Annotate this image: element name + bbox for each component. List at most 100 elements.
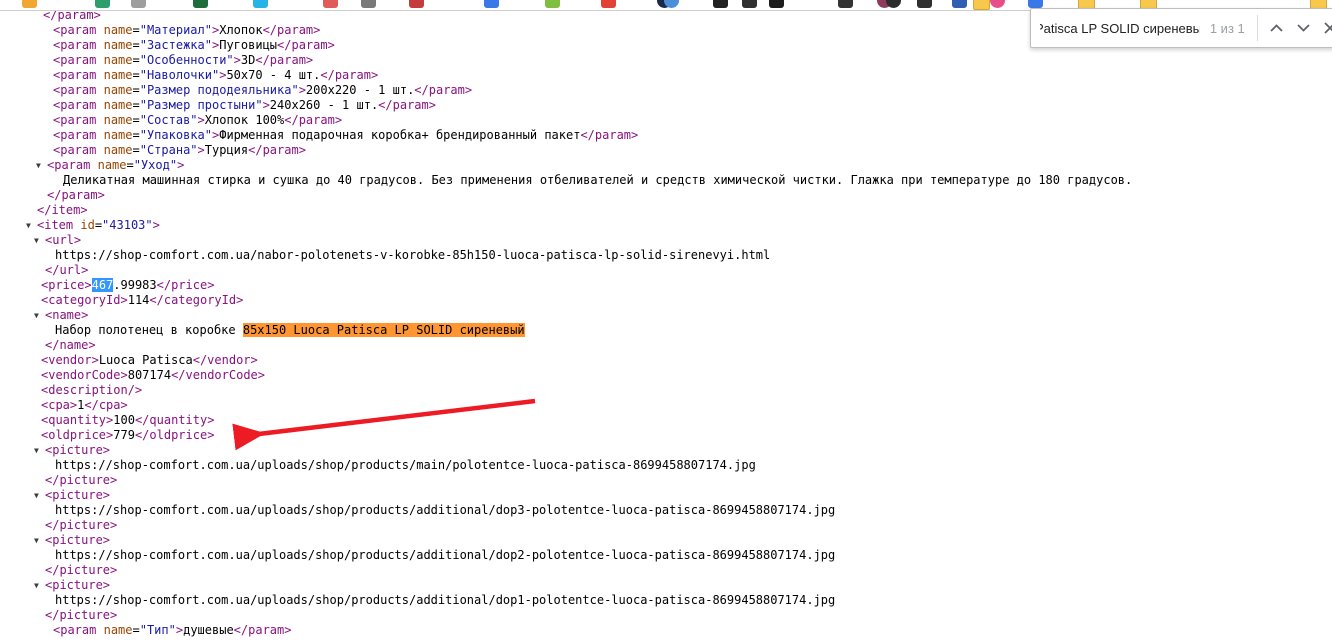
xml-tag: </picture> [45,518,118,532]
xml-text: Турция [204,143,249,157]
xml-line: https://shop-comfort.com.ua/uploads/shop… [0,503,1332,518]
xml-line: </picture> [0,518,1332,533]
collapse-arrow-icon[interactable]: ▼ [34,488,45,503]
xml-text: Набор полотенец в коробке [55,323,243,337]
tab-favicon-icon[interactable] [22,0,37,8]
xml-tag: </param> [255,53,314,67]
find-active-match: 85x150 Luoca Patisca LP SOLID сиреневый [242,323,525,337]
xml-tag: </param> [580,128,639,142]
collapse-arrow-icon[interactable]: ▼ [26,218,37,233]
find-close-button[interactable] [1317,14,1332,42]
xml-tag: <quantity [41,413,107,427]
xml-tag: </param> [248,143,306,157]
xml-line: ▼ <url> [34,233,82,248]
collapse-arrow-icon[interactable]: ▼ [34,308,45,323]
xml-line: </param> [0,188,1332,203]
find-input[interactable]: Patisca LP SOLID сиреневый [1040,21,1200,36]
xml-text: https://shop-comfort.com.ua/uploads/shop… [55,593,836,607]
xml-line: <param name="Упаковка">Фирменная подароч… [53,128,639,142]
xml-line: <param name="Страна">Турция</param> [53,143,306,157]
xml-line: </picture> [0,608,1332,623]
xml-text: 807174 [127,368,172,382]
find-bar-divider [1256,15,1258,41]
xml-line: https://shop-comfort.com.ua/nabor-polote… [0,248,1332,263]
xml-line: https://shop-comfort.com.ua/uploads/shop… [0,593,1332,608]
xml-text: 779 [113,428,135,442]
find-query-text: Patisca LP SOLID сиреневый [1040,20,1200,36]
tab-favicon-icon[interactable] [95,0,110,8]
xml-tag: <price [41,278,85,292]
xml-attribute-value: "Материал" [139,23,212,37]
xml-line: ▼ <picture> [34,578,111,593]
tab-favicon-icon[interactable] [323,0,338,8]
xml-attribute-name: name [103,128,133,142]
tab-favicon-icon[interactable] [253,0,268,8]
xml-tag: <param [53,113,97,127]
xml-line: </picture> [0,473,1332,488]
xml-text: душевые [183,623,234,637]
xml-line: https://shop-comfort.com.ua/uploads/shop… [0,458,1332,473]
xml-tag: <picture [45,578,103,592]
xml-attribute-name: name [97,158,127,172]
xml-line: <param name="Размер пододеяльника">200x2… [53,83,473,97]
xml-attribute-name: name [103,623,133,637]
xml-attribute-name: name [103,143,133,157]
tab-favicon-icon[interactable] [545,0,560,8]
xml-tag: <param [53,128,97,142]
tab-favicon-icon[interactable] [713,0,728,8]
xml-tag: </param> [320,68,379,82]
collapse-arrow-icon[interactable]: ▼ [34,443,45,458]
xml-line: <price>467.99983</price> [41,278,215,292]
collapse-arrow-icon[interactable]: ▼ [36,158,47,173]
chevron-up-icon [1270,24,1284,32]
tab-favicon-icon[interactable] [193,0,208,8]
xml-text: 200x220 - 1 шт. [305,83,415,97]
xml-tag: </name> [45,338,96,352]
find-previous-button[interactable] [1264,14,1290,42]
xml-tag: </url> [45,263,89,277]
tab-favicon-icon[interactable] [917,0,932,8]
xml-text: https://shop-comfort.com.ua/nabor-polote… [55,248,771,262]
tab-favicon-icon[interactable] [1028,0,1043,8]
xml-attribute-name: id [80,218,95,232]
tab-favicon-icon[interactable] [409,0,424,8]
xml-line: <oldprice>779</oldprice> [41,428,215,442]
xml-attribute-name: name [103,83,133,97]
xml-attribute-value: "Застежка" [139,38,212,52]
xml-text: 50x70 - 4 шт. [226,68,321,82]
xml-line: <param name="Размер простыни">240x260 - … [53,98,436,112]
xml-tag: <param [47,158,91,172]
xml-text: 100 [113,413,135,427]
xml-attribute-value: "Размер простыни" [139,98,263,112]
folder-favicon-icon[interactable] [973,0,990,10]
xml-tag: <categoryId [41,293,121,307]
tab-favicon-icon[interactable] [601,0,616,8]
xml-tag: </param> [378,98,436,112]
chevron-down-icon [1297,24,1310,32]
tab-favicon-icon[interactable] [952,0,967,8]
xml-line: <cpa>1</cpa> [41,398,128,412]
find-next-button[interactable] [1290,14,1316,42]
tab-favicon-icon[interactable] [838,0,853,8]
xml-tag: </oldprice> [134,428,215,442]
tab-favicon-icon[interactable] [361,0,376,8]
tab-favicon-icon[interactable] [131,0,146,8]
xml-attribute-value: "Размер пододеяльника" [139,83,299,97]
find-bar: Patisca LP SOLID сиреневый 1 из 1 [1030,8,1332,48]
tab-favicon-icon[interactable] [742,0,757,8]
collapse-arrow-icon[interactable]: ▼ [34,578,45,593]
find-match-count: 1 из 1 [1209,20,1245,36]
collapse-arrow-icon[interactable]: ▼ [34,533,45,548]
tab-favicon-icon[interactable] [990,0,1005,8]
xml-line: Набор полотенец в коробке 85x150 Luoca P… [0,323,1332,338]
collapse-arrow-icon[interactable]: ▼ [34,233,45,248]
tab-favicon-icon[interactable] [769,0,784,8]
xml-text: .99983 [113,278,157,292]
tab-favicon-icon[interactable] [484,0,499,8]
xml-line: <param name="Состав">Хлопок 100%</param> [53,113,343,127]
xml-line: ▼ <name> [34,308,89,323]
xml-attribute-value: "Тип" [139,623,176,637]
xml-attribute-value: "Особенности" [139,53,234,67]
xml-line: <quantity>100</quantity> [41,413,215,427]
xml-text: 240x260 - 1 шт. [269,98,379,112]
